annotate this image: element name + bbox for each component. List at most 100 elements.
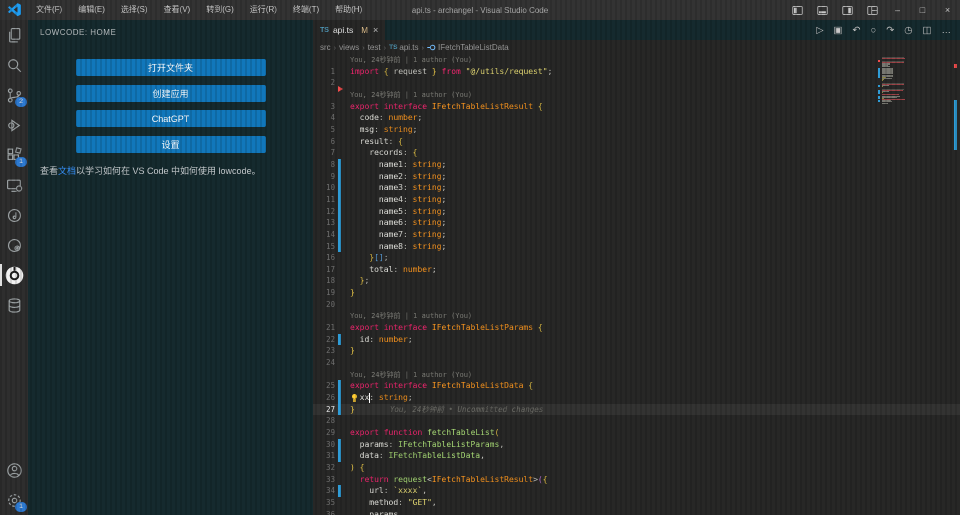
activity-plugin-circle-icon[interactable]	[0, 200, 28, 230]
breadcrumb-item-views[interactable]: views	[338, 43, 360, 52]
line-number: 5	[330, 124, 335, 134]
menu-item-0[interactable]: 文件(F)	[28, 0, 70, 20]
git-changed-marker	[338, 403, 341, 416]
nav-dot-icon[interactable]: ○	[871, 25, 877, 36]
editor-group: TS api.ts M × ▷ ▣ ↶ ○ ↷ ◷ ◫ … src › views › test › TS…	[313, 20, 960, 515]
run-icon[interactable]: ▷	[816, 25, 823, 36]
activity-explorer-icon[interactable]	[0, 20, 28, 50]
window-controls: – □ ×	[785, 0, 960, 20]
code-line-9: 9 name2: string;	[313, 170, 960, 183]
split-editor-icon[interactable]: ◫	[923, 25, 932, 36]
toggle-secondary-sidebar-icon[interactable]	[835, 0, 860, 20]
inline-blame: You, 24秒钟前 • Uncommitted changes	[389, 405, 544, 415]
code-line-21: 21 export interface IFetchTableListParams…	[313, 322, 960, 334]
run-all-icon[interactable]: ▣	[834, 25, 843, 36]
code-line-33: 33 return request<IFetchTableListResult>…	[313, 474, 960, 486]
sidebar-button-2[interactable]: ChatGPT	[75, 110, 266, 127]
customize-layout-icon[interactable]	[860, 0, 885, 20]
activity-database-icon[interactable]	[0, 290, 28, 320]
line-number: 32	[325, 462, 335, 472]
minimize-button[interactable]: –	[885, 0, 910, 20]
line-number: 17	[325, 264, 335, 274]
sidebar-button-0[interactable]: 打开文件夹	[75, 59, 266, 76]
menu-item-4[interactable]: 转到(G)	[198, 0, 242, 20]
tab-api-ts[interactable]: TS api.ts M ×	[313, 20, 386, 40]
minimap[interactable]	[878, 54, 918, 194]
overview-ruler-deleted-mark	[954, 64, 957, 68]
docs-link[interactable]: 文档	[58, 166, 76, 176]
extensions-badge: 1	[15, 157, 27, 167]
menu-item-5[interactable]: 运行(R)	[242, 0, 285, 20]
activity-run-debug-icon[interactable]	[0, 110, 28, 140]
help-suffix: 以学习如何在 VS Code 中如何使用 lowcode。	[76, 165, 261, 176]
settings-gear-icon[interactable]: 1	[0, 485, 28, 515]
line-number: 15	[325, 241, 335, 251]
menu-item-3[interactable]: 查看(V)	[156, 0, 199, 20]
line-number: 6	[330, 136, 335, 146]
line-number: 33	[325, 474, 335, 484]
code-line-4: 4 code: number;	[313, 112, 960, 124]
git-changed-marker	[338, 380, 341, 393]
timeline-icon[interactable]: ◷	[904, 25, 912, 36]
menu-item-6[interactable]: 终端(T)	[285, 0, 327, 20]
line-number: 29	[325, 428, 335, 437]
code-line-28: 28	[313, 415, 960, 427]
activity-source-control-icon[interactable]: 2	[0, 80, 28, 110]
code-line-6: 6 result: {	[313, 136, 960, 148]
breadcrumb-item-api.ts[interactable]: TS api.ts	[388, 43, 419, 52]
activity-remote-explorer-icon[interactable]	[0, 170, 28, 200]
tab-close-icon[interactable]: ×	[373, 25, 378, 35]
code-line-17: 17 total: number;	[313, 264, 960, 276]
breadcrumb-item-src[interactable]: src	[319, 43, 332, 52]
toggle-sidebar-icon[interactable]	[785, 0, 810, 20]
sidebar-buttons: 打开文件夹创建应用 ChatGPT 设置	[28, 59, 313, 153]
settings-badge: 1	[15, 502, 27, 512]
code-line-1: 1 import { request } from "@/utils/reques…	[313, 66, 960, 78]
text-cursor	[368, 393, 370, 403]
maximize-button[interactable]: □	[910, 0, 935, 20]
vscode-logo-icon[interactable]	[0, 3, 28, 17]
git-blame-annotation: You, 24秒钟前 | 1 author (You)	[350, 90, 473, 99]
git-changed-marker	[338, 240, 341, 253]
sidebar-button-1[interactable]: 创建应用	[75, 84, 266, 102]
git-blame-annotation: You, 24秒钟前 | 1 author (You)	[350, 55, 473, 64]
menu-item-1[interactable]: 编辑(E)	[70, 0, 113, 20]
line-number: 12	[325, 206, 335, 216]
code-line-35: 35 method: "GET",	[313, 497, 960, 509]
activity-search-icon[interactable]	[0, 50, 28, 80]
nav-forward-icon[interactable]: ↷	[886, 25, 894, 36]
git-changed-marker	[338, 217, 341, 229]
more-actions-icon[interactable]: …	[942, 25, 952, 36]
code-line-22: 22 id: number;	[313, 333, 960, 346]
line-number: 20	[325, 299, 335, 309]
lightbulb-icon[interactable]	[352, 394, 357, 402]
code-editor[interactable]: You, 24秒钟前 | 1 author (You) 1 import { req…	[313, 54, 960, 515]
breadcrumb-item-test[interactable]: test	[367, 43, 382, 52]
line-number: 21	[325, 323, 335, 333]
activity-circle-gear-icon[interactable]	[0, 230, 28, 260]
nav-back-icon[interactable]: ↶	[853, 25, 861, 36]
sidebar-button-3[interactable]: 设置	[75, 135, 266, 153]
code-line-19: 19}	[313, 287, 960, 299]
activity-extensions-icon[interactable]: 1	[0, 140, 28, 170]
breadcrumb-item-IFetchTableListData[interactable]: IFetchTableListData	[426, 43, 510, 52]
line-number: 11	[325, 194, 335, 204]
git-blame-annotation: You, 24秒钟前 | 1 author (You)	[350, 312, 473, 321]
line-number: 23	[325, 346, 335, 356]
code-line-13: 13 name6: string;	[313, 217, 960, 229]
line-number: 7	[330, 148, 335, 158]
menu-item-2[interactable]: 选择(S)	[113, 0, 156, 20]
tab-label: api.ts	[332, 25, 354, 35]
overview-ruler-changed-mark	[954, 100, 957, 150]
toggle-panel-icon[interactable]	[810, 0, 835, 20]
menu-item-7[interactable]: 帮助(H)	[327, 0, 370, 20]
close-button[interactable]: ×	[935, 0, 960, 20]
code-line-15: 15 name8: string;	[313, 240, 960, 253]
line-number: 13	[325, 218, 335, 228]
typescript-file-icon: TS	[320, 26, 329, 34]
account-icon[interactable]	[0, 455, 28, 485]
git-changed-marker	[338, 193, 341, 206]
line-number: 8	[330, 159, 335, 169]
line-number: 1	[330, 66, 335, 76]
activity-lowcode-icon[interactable]	[0, 260, 28, 290]
